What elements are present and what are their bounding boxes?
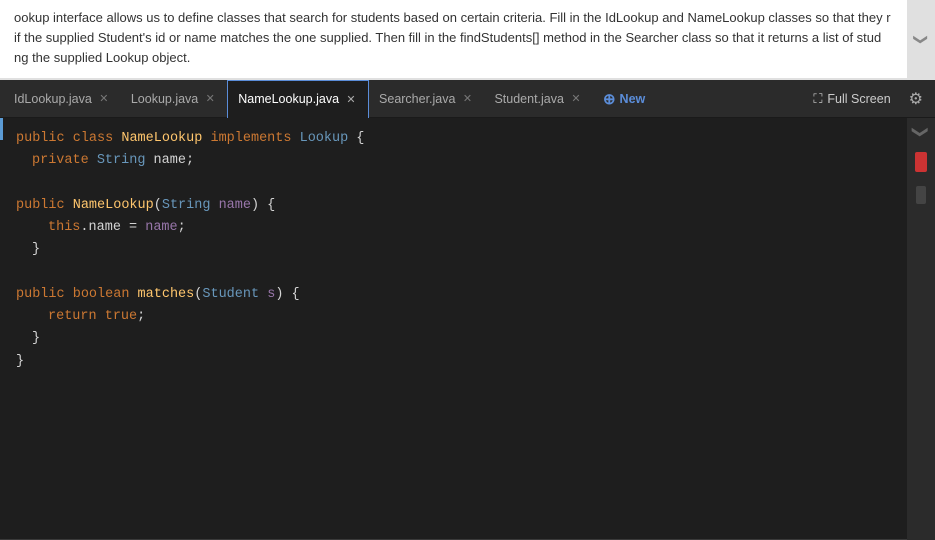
fullscreen-label: Full Screen: [827, 92, 890, 106]
desc-line1: ookup interface allows us to define clas…: [14, 10, 891, 25]
editor-content[interactable]: public class NameLookup implements Looku…: [0, 118, 907, 540]
code-line-4: public NameLookup(String name) {: [0, 195, 907, 217]
fullscreen-icon: ⛶: [813, 91, 822, 107]
code-line-6: }: [0, 239, 907, 261]
editor-wrapper: public class NameLookup implements Looku…: [0, 118, 935, 540]
tab-idlookup-label: IdLookup.java: [14, 92, 92, 106]
tab-searcher-close[interactable]: ✕: [460, 92, 474, 106]
collapse-panel[interactable]: ❯: [907, 0, 935, 78]
desc-line3: ng the supplied Lookup object.: [14, 50, 190, 65]
code-line-9: return true;: [0, 306, 907, 328]
code-line-1: public class NameLookup implements Looku…: [0, 128, 907, 150]
error-indicator-red[interactable]: [915, 152, 927, 172]
description-text: ookup interface allows us to define clas…: [14, 8, 921, 68]
editor-scrollbar: ❯: [907, 118, 935, 540]
desc-line2: if the supplied Student's id or name mat…: [14, 30, 881, 45]
code-line-2: private String name;: [0, 150, 907, 172]
description-area: ookup interface allows us to define clas…: [0, 0, 935, 80]
tab-idlookup-close[interactable]: ✕: [97, 92, 111, 106]
code-line-3: [0, 173, 907, 195]
tab-lookup[interactable]: Lookup.java ✕: [121, 80, 227, 118]
new-tab-button[interactable]: ⊕ New: [593, 80, 655, 118]
code-line-7: [0, 262, 907, 284]
code-line-5: this.name = name;: [0, 217, 907, 239]
code-line-11: }: [0, 351, 907, 373]
tab-searcher[interactable]: Searcher.java ✕: [369, 80, 484, 118]
tab-searcher-label: Searcher.java: [379, 92, 455, 106]
tab-namelookup[interactable]: NameLookup.java ✕: [227, 80, 369, 118]
new-tab-label: New: [620, 92, 646, 106]
code-line-10: }: [0, 328, 907, 350]
tab-lookup-label: Lookup.java: [131, 92, 198, 106]
tab-lookup-close[interactable]: ✕: [203, 92, 217, 106]
fullscreen-button[interactable]: ⛶ Full Screen: [803, 80, 900, 118]
tab-student[interactable]: Student.java ✕: [484, 80, 593, 118]
tab-student-close[interactable]: ✕: [569, 92, 583, 106]
tab-idlookup[interactable]: IdLookup.java ✕: [4, 80, 121, 118]
tab-namelookup-close[interactable]: ✕: [344, 92, 358, 106]
code-line-8: public boolean matches(Student s) {: [0, 284, 907, 306]
code-editor[interactable]: public class NameLookup implements Looku…: [0, 118, 907, 540]
chevron-right-icon: ❯: [912, 33, 929, 45]
tab-student-label: Student.java: [494, 92, 564, 106]
scroll-indicator-gray: [916, 186, 926, 204]
plus-icon: ⊕: [603, 90, 616, 108]
tab-bar: IdLookup.java ✕ Lookup.java ✕ NameLookup…: [0, 80, 935, 118]
tab-namelookup-label: NameLookup.java: [238, 92, 339, 106]
settings-button[interactable]: ⚙: [901, 80, 931, 118]
gear-icon: ⚙: [909, 89, 923, 109]
chevron-down-icon[interactable]: ❯: [911, 125, 931, 138]
